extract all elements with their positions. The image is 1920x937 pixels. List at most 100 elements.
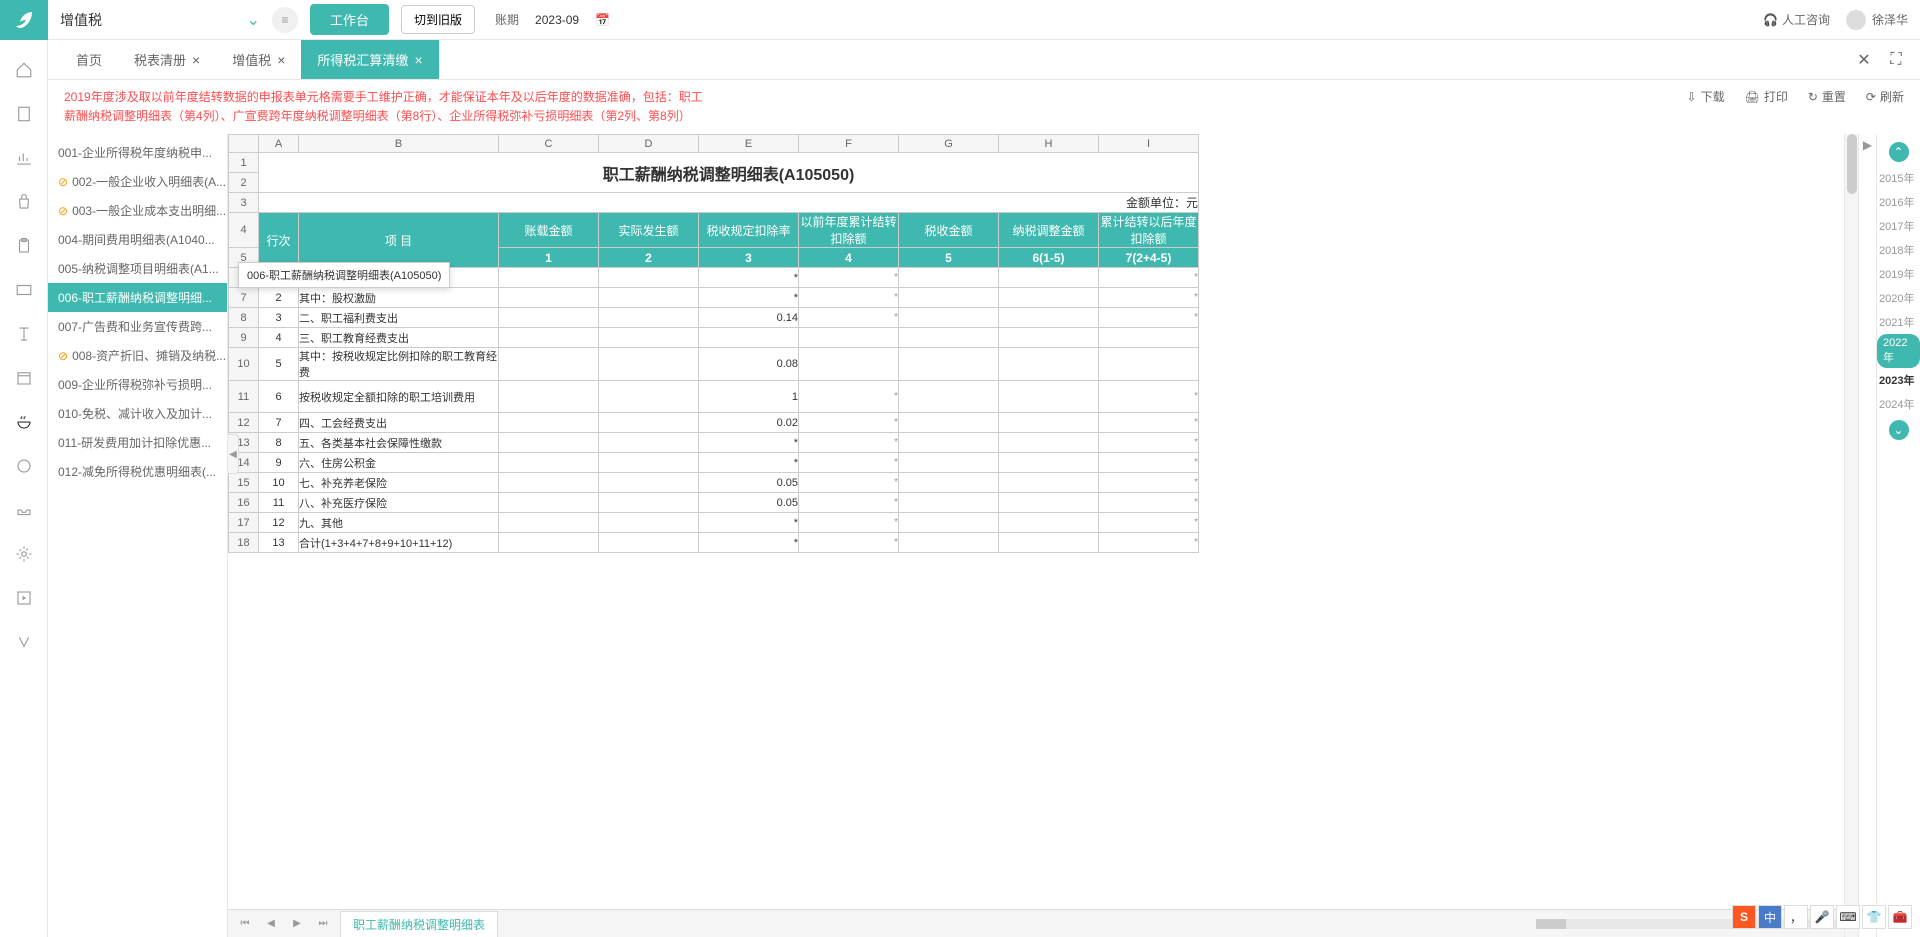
tab-close-icon[interactable]: × <box>277 52 285 68</box>
cell-c6[interactable] <box>999 328 1099 348</box>
switch-old-button[interactable]: 切到旧版 <box>401 5 475 34</box>
cell-c6[interactable] <box>999 433 1099 453</box>
cell-rownum[interactable]: 13 <box>259 533 299 553</box>
col-A[interactable]: A <box>259 135 299 153</box>
cell-c3[interactable]: 0.14 <box>699 308 799 328</box>
app-logo[interactable] <box>0 0 48 40</box>
cell-c3[interactable] <box>699 328 799 348</box>
cell-c6[interactable] <box>999 473 1099 493</box>
cell-item[interactable]: 合计(1+3+4+7+8+9+10+11+12) <box>299 533 499 553</box>
cell-c4[interactable]: * <box>799 473 899 493</box>
col-D[interactable]: D <box>599 135 699 153</box>
sheet-tab[interactable]: 职工薪酬纳税调整明细表 <box>340 911 498 937</box>
refresh-button[interactable]: ⟳刷新 <box>1866 88 1904 105</box>
cell-c1[interactable] <box>499 453 599 473</box>
cell-c2[interactable] <box>599 493 699 513</box>
cell-c7[interactable]: * <box>1099 413 1199 433</box>
cell-c5[interactable] <box>899 328 999 348</box>
cell-c2[interactable] <box>599 308 699 328</box>
cell-c4[interactable]: * <box>799 433 899 453</box>
cell-item[interactable]: 其中：股权激励 <box>299 288 499 308</box>
cell-c7[interactable]: * <box>1099 308 1199 328</box>
cell-c6[interactable] <box>999 268 1099 288</box>
cell-c4[interactable] <box>799 328 899 348</box>
cell-c3[interactable]: 0.05 <box>699 493 799 513</box>
cell-item[interactable]: 九、其他 <box>299 513 499 533</box>
cell-c5[interactable] <box>899 413 999 433</box>
cell-c2[interactable] <box>599 288 699 308</box>
nav-clipboard[interactable] <box>14 236 34 256</box>
row-header[interactable]: 9 <box>229 328 259 348</box>
nav-home[interactable] <box>14 60 34 80</box>
cell-c5[interactable] <box>899 533 999 553</box>
cell-c2[interactable] <box>599 381 699 413</box>
scrollbar-thumb[interactable] <box>1536 919 1566 929</box>
workbench-button[interactable]: 工作台 <box>310 4 389 35</box>
cell-c2[interactable] <box>599 453 699 473</box>
cell-c3[interactable]: 0.02 <box>699 413 799 433</box>
year-item[interactable]: 2017年 <box>1877 214 1920 238</box>
ime-keyboard-icon[interactable]: ⌨ <box>1836 905 1860 929</box>
cell-c7[interactable]: * <box>1099 381 1199 413</box>
cell-c4[interactable]: * <box>799 413 899 433</box>
cell-item[interactable]: 六、住房公积金 <box>299 453 499 473</box>
reset-button[interactable]: ↻重置 <box>1808 88 1846 105</box>
col-G[interactable]: G <box>899 135 999 153</box>
cell-c5[interactable] <box>899 433 999 453</box>
cell-item[interactable]: 七、补充养老保险 <box>299 473 499 493</box>
col-C[interactable]: C <box>499 135 599 153</box>
year-item[interactable]: 2016年 <box>1877 190 1920 214</box>
ime-toolbox-icon[interactable]: 🧰 <box>1888 905 1912 929</box>
cell-c4[interactable]: * <box>799 381 899 413</box>
cell-c3[interactable]: * <box>699 433 799 453</box>
cell-c7[interactable]: * <box>1099 473 1199 493</box>
cell-c2[interactable] <box>599 533 699 553</box>
row-1[interactable]: 1 <box>229 153 259 173</box>
year-scroll-down[interactable]: ⌄ <box>1889 420 1909 440</box>
list-toggle-button[interactable]: ≡ <box>272 7 298 33</box>
row-header[interactable]: 12 <box>229 413 259 433</box>
tab[interactable]: 税表清册× <box>118 40 216 79</box>
cell-c5[interactable] <box>899 348 999 381</box>
ime-punct[interactable]: ， <box>1784 905 1808 929</box>
cell-rownum[interactable]: 6 <box>259 381 299 413</box>
cell-c3[interactable]: * <box>699 533 799 553</box>
cell-c6[interactable] <box>999 453 1099 473</box>
cell-rownum[interactable]: 4 <box>259 328 299 348</box>
row-3[interactable]: 3 <box>229 193 259 213</box>
cell-c7[interactable] <box>1099 328 1199 348</box>
nav-chart[interactable] <box>14 148 34 168</box>
cell-c7[interactable]: * <box>1099 268 1199 288</box>
cell-c1[interactable] <box>499 533 599 553</box>
row-header[interactable]: 15 <box>229 473 259 493</box>
col-I[interactable]: I <box>1099 135 1199 153</box>
form-list-item[interactable]: ⊘002-一般企业收入明细表(A... <box>48 167 227 196</box>
cell-c6[interactable] <box>999 413 1099 433</box>
cell-c3[interactable]: * <box>699 513 799 533</box>
sheet-nav-next[interactable]: ▶ <box>288 915 306 933</box>
row-header[interactable]: 18 <box>229 533 259 553</box>
cell-c6[interactable] <box>999 308 1099 328</box>
form-list-item[interactable]: 009-企业所得税弥补亏损明... <box>48 370 227 399</box>
cell-c3[interactable]: * <box>699 288 799 308</box>
nav-calendar[interactable] <box>14 368 34 388</box>
vertical-scrollbar[interactable] <box>1844 134 1858 937</box>
cell-c5[interactable] <box>899 513 999 533</box>
cell-c4[interactable]: * <box>799 268 899 288</box>
nav-inbox[interactable] <box>14 500 34 520</box>
cell-c4[interactable]: * <box>799 513 899 533</box>
cell-c7[interactable]: * <box>1099 533 1199 553</box>
form-list-item[interactable]: 006-职工薪酬纳税调整明细... <box>48 283 227 312</box>
cell-item[interactable]: 按税收规定全额扣除的职工培训费用 <box>299 381 499 413</box>
print-button[interactable]: 🖨打印 <box>1745 88 1788 105</box>
form-list-item[interactable]: 012-减免所得税优惠明细表(... <box>48 457 227 486</box>
form-list-item[interactable]: 010-免税、减计收入及加计... <box>48 399 227 428</box>
cell-c3[interactable]: * <box>699 453 799 473</box>
year-item[interactable]: 2019年 <box>1877 262 1920 286</box>
cell-c1[interactable] <box>499 268 599 288</box>
cell-c1[interactable] <box>499 381 599 413</box>
form-list-item[interactable]: 001-企业所得税年度纳税申... <box>48 138 227 167</box>
year-scroll-up[interactable]: ⌃ <box>1889 142 1909 162</box>
vscroll-thumb[interactable] <box>1847 134 1857 194</box>
cell-c6[interactable] <box>999 513 1099 533</box>
